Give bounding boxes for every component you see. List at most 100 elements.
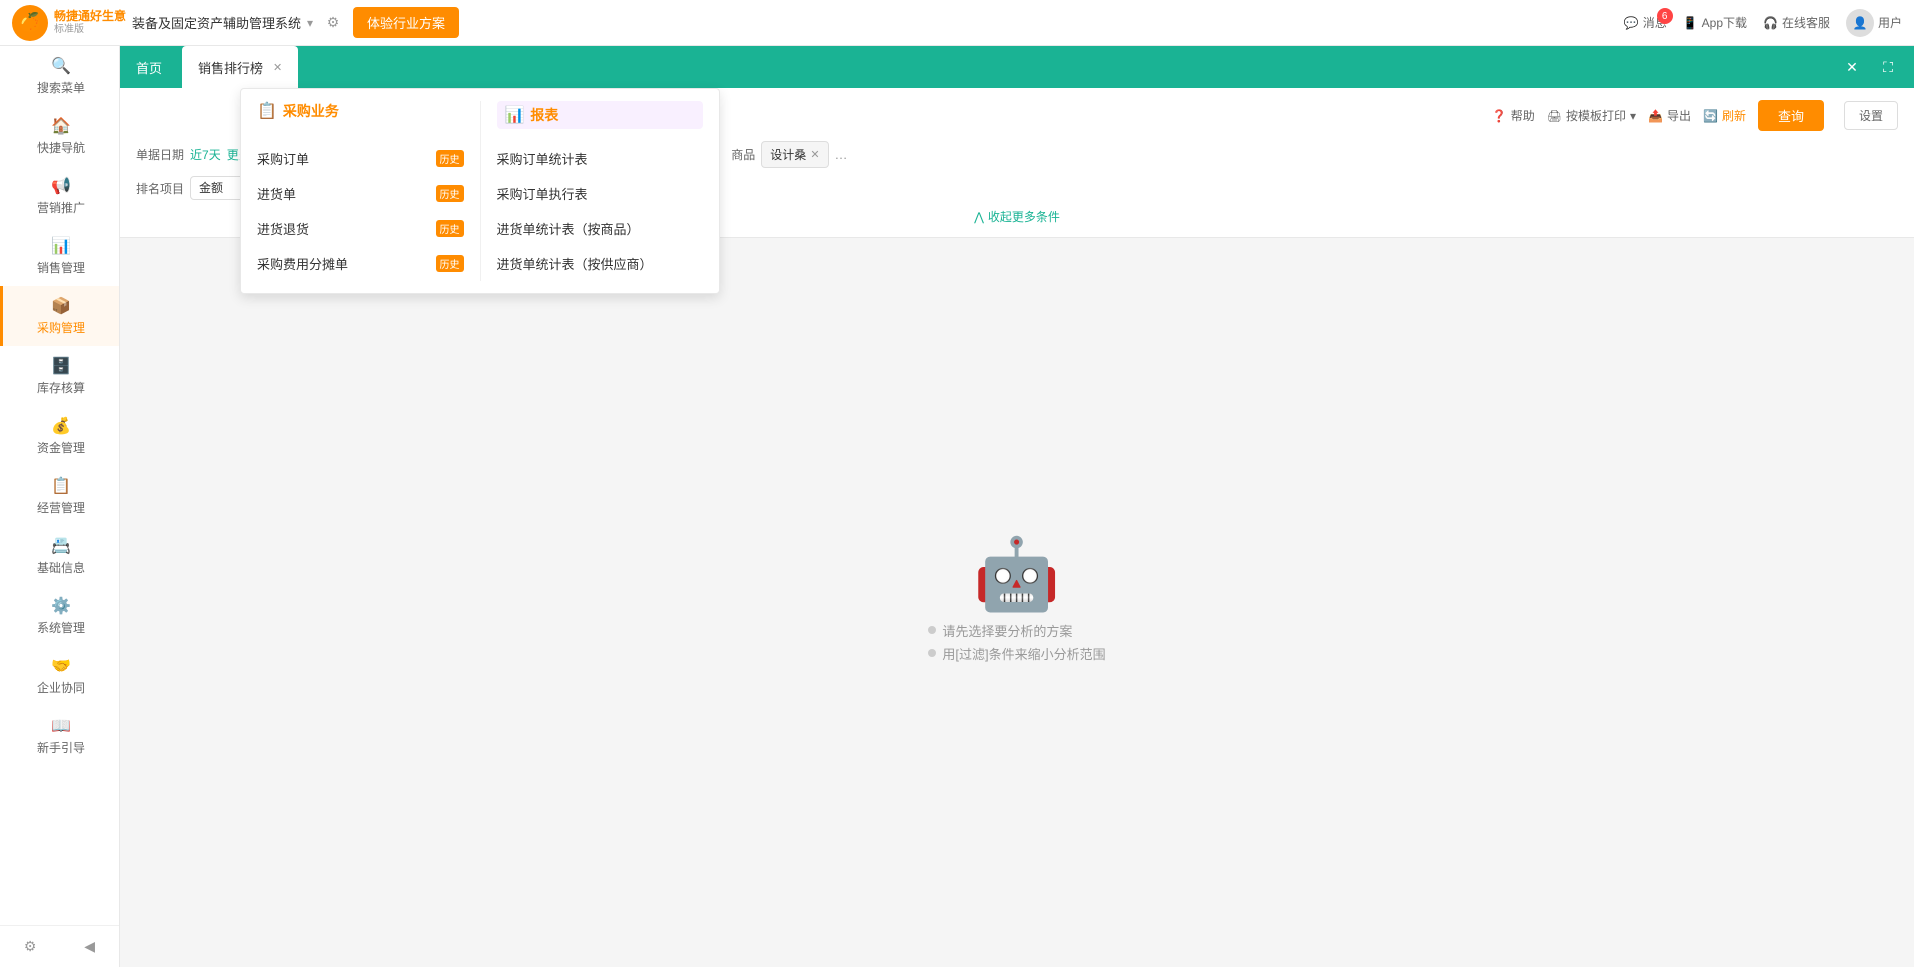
user-avatar: 👤	[1846, 9, 1874, 37]
sidebar-bottom: ⚙ ◀	[0, 925, 119, 967]
home-icon: 🏠	[51, 116, 71, 136]
rank-label: 排名项目	[136, 180, 184, 197]
sidebar-collapse-button[interactable]: ◀	[76, 934, 103, 959]
sales-icon: 📊	[51, 236, 71, 256]
purchase-col-title: 📋 采购业务	[257, 101, 464, 129]
purchase-icon: 📦	[51, 296, 71, 316]
dropdown-item-purchase-order[interactable]: 采购订单 历史	[257, 141, 464, 176]
refresh-button[interactable]: 🔄 刷新	[1703, 107, 1746, 124]
main-content: 🤖 请先选择要分析的方案 用[过滤]条件来缩小分析范围	[120, 238, 1914, 967]
report-col-title: 📊 报表	[497, 101, 704, 129]
sidebar-item-system[interactable]: ⚙️ 系统管理	[0, 586, 119, 646]
system-gear-icon[interactable]: ⚙	[319, 9, 347, 37]
message-icon: 💬	[1624, 16, 1639, 30]
dropdown-item-stock-stat-supplier[interactable]: 进货单统计表（按供应商）	[497, 246, 704, 281]
online-service-button[interactable]: 🎧 在线客服	[1763, 14, 1830, 31]
industry-button[interactable]: 体验行业方案	[353, 7, 459, 38]
logo-area: 🍊 畅捷通好生意 标准版	[12, 5, 132, 41]
system-dropdown-arrow[interactable]: ▾	[307, 16, 313, 30]
top-bar-right: 💬 消息 6 📱 App下载 🎧 在线客服 👤 用户	[1624, 9, 1902, 37]
dropdown-item-stock-in[interactable]: 进货单 历史	[257, 176, 464, 211]
purchase-col-icon: 📋	[257, 101, 277, 121]
collapse-icon: ⋀	[974, 210, 984, 224]
history-badge-2: 历史	[436, 220, 464, 237]
help-icon: ❓	[1492, 109, 1507, 123]
refresh-icon: 🔄	[1703, 109, 1718, 123]
sidebar-item-purchase[interactable]: 📦 采购管理	[0, 286, 119, 346]
tab-expand-button[interactable]: ⛶	[1874, 53, 1902, 81]
operations-icon: 📋	[51, 476, 71, 496]
system-name-area: 装备及固定资产辅助管理系统 ▾ ⚙ 体验行业方案	[132, 7, 1624, 38]
finance-icon: 💰	[51, 416, 71, 436]
help-button[interactable]: ❓ 帮助	[1492, 107, 1535, 124]
empty-hint-2: 用[过滤]条件来缩小分析范围	[928, 644, 1105, 663]
enterprise-icon: 🤝	[51, 656, 71, 676]
content-area: 首页 销售排行榜 ✕ ✕ ⛶ ❓ 帮助	[120, 46, 1914, 967]
app-container: 🍊 畅捷通好生意 标准版 装备及固定资产辅助管理系统 ▾ ⚙ 体验行业方案 💬 …	[0, 0, 1914, 967]
dropdown-item-stock-return[interactable]: 进货退货 历史	[257, 211, 464, 246]
search-icon: 🔍	[51, 56, 71, 76]
purchase-col: 📋 采购业务 采购订单 历史 进货单 历史 进货退货 历史	[241, 101, 480, 281]
settings-button[interactable]: 设置	[1844, 101, 1898, 130]
inventory-icon: 🗄️	[51, 356, 71, 376]
sidebar-item-inventory[interactable]: 🗄️ 库存核算	[0, 346, 119, 406]
print-icon: 🖨	[1547, 109, 1562, 123]
sidebar-item-quick-nav[interactable]: 🏠 快捷导航	[0, 106, 119, 166]
sidebar: 🔍 搜索菜单 🏠 快捷导航 📢 营销推广 📊 销售管理 📦 采购管理 🗄️	[0, 46, 120, 967]
product-filter: 商品 设计桑 ✕ …	[731, 141, 847, 168]
logo-main-text: 畅捷通好生意	[54, 9, 126, 23]
app-download-button[interactable]: 📱 App下载	[1683, 14, 1747, 31]
dropdown-item-purchase-order-stat[interactable]: 采购订单统计表	[497, 141, 704, 176]
empty-robot-icon: 🤖	[973, 539, 1060, 609]
product-tag-close[interactable]: ✕	[810, 148, 819, 161]
logo-icon: 🍊	[12, 5, 48, 41]
sidebar-item-finance[interactable]: 💰 资金管理	[0, 406, 119, 466]
print-button[interactable]: 🖨 按模板打印 ▾	[1547, 107, 1636, 124]
empty-state: 🤖 请先选择要分析的方案 用[过滤]条件来缩小分析范围	[928, 539, 1105, 667]
tab-home[interactable]: 首页	[120, 46, 178, 88]
tab-close-all-button[interactable]: ✕	[1838, 53, 1866, 81]
system-name-label: 装备及固定资产辅助管理系统	[132, 13, 301, 32]
collapse-button[interactable]: ⋀ 收起更多条件	[974, 208, 1060, 225]
basic-info-icon: 📇	[51, 536, 71, 556]
history-badge-3: 历史	[436, 255, 464, 272]
sidebar-item-operations[interactable]: 📋 经营管理	[0, 466, 119, 526]
sidebar-item-enterprise[interactable]: 🤝 企业协同	[0, 646, 119, 706]
phone-icon: 📱	[1683, 16, 1698, 30]
purchase-dropdown-menu: 📋 采购业务 采购订单 历史 进货单 历史 进货退货 历史	[240, 88, 720, 294]
user-profile[interactable]: 👤 用户	[1846, 9, 1902, 37]
dropdown-item-purchase-cost[interactable]: 采购费用分摊单 历史	[257, 246, 464, 281]
product-tag: 设计桑 ✕	[761, 141, 828, 168]
top-bar: 🍊 畅捷通好生意 标准版 装备及固定资产辅助管理系统 ▾ ⚙ 体验行业方案 💬 …	[0, 0, 1914, 46]
empty-hint-1: 请先选择要分析的方案	[928, 621, 1105, 640]
messages-button[interactable]: 💬 消息 6	[1624, 14, 1667, 31]
history-badge-0: 历史	[436, 150, 464, 167]
empty-hints: 请先选择要分析的方案 用[过滤]条件来缩小分析范围	[928, 621, 1105, 667]
product-more-button[interactable]: …	[835, 147, 848, 162]
empty-dot-2	[928, 649, 936, 657]
tab-close-button[interactable]: ✕	[273, 61, 282, 74]
dropdown-item-stock-stat-product[interactable]: 进货单统计表（按商品）	[497, 211, 704, 246]
date-shortcut-7days[interactable]: 近7天	[190, 146, 221, 163]
product-label: 商品	[731, 146, 755, 163]
message-badge: 6	[1657, 8, 1673, 24]
sidebar-settings-button[interactable]: ⚙	[16, 934, 45, 959]
empty-dot-1	[928, 626, 936, 634]
marketing-icon: 📢	[51, 176, 71, 196]
tab-sales-ranking[interactable]: 销售排行榜 ✕	[182, 46, 298, 88]
sidebar-item-marketing[interactable]: 📢 营销推广	[0, 166, 119, 226]
export-button[interactable]: 📤 导出	[1648, 107, 1691, 124]
sidebar-item-guide[interactable]: 📖 新手引导	[0, 706, 119, 766]
query-button[interactable]: 查询	[1758, 100, 1824, 131]
report-col-icon: 📊	[505, 105, 525, 125]
dropdown-item-purchase-order-exec[interactable]: 采购订单执行表	[497, 176, 704, 211]
export-icon: 📤	[1648, 109, 1663, 123]
sidebar-item-sales[interactable]: 📊 销售管理	[0, 226, 119, 286]
sidebar-item-basic-info[interactable]: 📇 基础信息	[0, 526, 119, 586]
sidebar-item-search-menu[interactable]: 🔍 搜索菜单	[0, 46, 119, 106]
system-icon: ⚙️	[51, 596, 71, 616]
report-col: 📊 报表 采购订单统计表 采购订单执行表 进货单统计表（按商品） 进货单统计表（…	[481, 101, 720, 281]
history-badge-1: 历史	[436, 185, 464, 202]
date-label: 单据日期	[136, 146, 184, 163]
logo-text: 畅捷通好生意 标准版	[54, 9, 126, 35]
